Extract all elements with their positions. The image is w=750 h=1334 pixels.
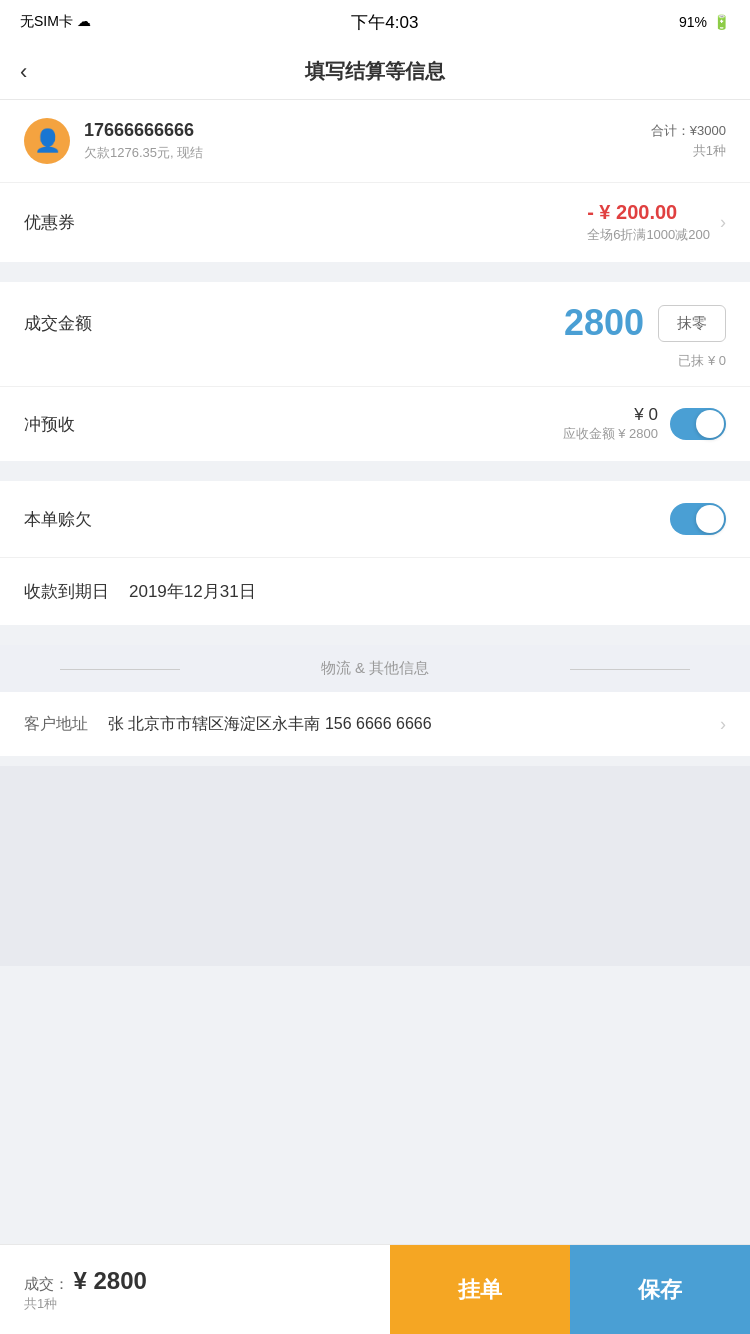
total-count: 共1种 xyxy=(651,142,726,160)
status-left: 无SIM卡 ☁ xyxy=(20,13,91,31)
customer-phone: 17666666666 xyxy=(84,120,203,141)
prepay-row: 冲预收 ¥ 0 应收金额 ¥ 2800 xyxy=(0,386,750,461)
bottom-summary-row: 成交： ¥ 2800 xyxy=(24,1267,390,1295)
prepay-toggle-thumb xyxy=(696,410,724,438)
customer-info: 17666666666 欠款1276.35元, 现结 xyxy=(84,120,203,162)
customer-right: 合计：¥3000 共1种 xyxy=(651,122,726,160)
transaction-amount: 2800 xyxy=(564,302,644,344)
bottom-summary-amount: ¥ 2800 xyxy=(73,1267,146,1294)
address-chevron: › xyxy=(720,714,726,735)
transaction-row: 成交金额 2800 抹零 xyxy=(0,282,750,352)
transaction-section: 成交金额 2800 抹零 已抹 ¥ 0 冲预收 ¥ 0 应收金额 ¥ 2800 xyxy=(0,282,750,461)
coupon-sub: 全场6折满1000减200 xyxy=(587,226,710,244)
hold-button[interactable]: 挂单 xyxy=(390,1245,570,1334)
customer-row: 👤 17666666666 欠款1276.35元, 现结 合计：¥3000 共1… xyxy=(0,100,750,182)
debtor-toggle-thumb xyxy=(696,505,724,533)
logistics-header: 物流 & 其他信息 xyxy=(0,645,750,692)
save-button[interactable]: 保存 xyxy=(570,1245,750,1334)
customer-left: 👤 17666666666 欠款1276.35元, 现结 xyxy=(24,118,203,164)
address-card: 客户地址 张 北京市市辖区海淀区永丰南 156 6666 6666 › xyxy=(0,692,750,756)
back-button[interactable]: ‹ xyxy=(20,59,27,85)
sim-status: 无SIM卡 ☁ xyxy=(20,13,91,31)
battery-icon: 🔋 xyxy=(713,14,730,30)
bottom-summary: 成交： ¥ 2800 共1种 xyxy=(0,1267,390,1313)
coupon-value: - ¥ 200.00 xyxy=(587,201,710,224)
prepay-sub: 应收金额 ¥ 2800 xyxy=(563,425,658,443)
page-title: 填写结算等信息 xyxy=(305,58,445,85)
bottom-summary-count: 共1种 xyxy=(24,1295,390,1313)
coupon-chevron: › xyxy=(720,212,726,233)
customer-card: 👤 17666666666 欠款1276.35元, 现结 合计：¥3000 共1… xyxy=(0,100,750,262)
debtor-row: 本单赊欠 xyxy=(0,481,750,557)
total-label: 合计：¥3000 xyxy=(651,122,726,140)
due-date-value: 2019年12月31日 xyxy=(129,580,256,603)
gray-spacer xyxy=(0,766,750,966)
section-divider-1 xyxy=(0,272,750,282)
prepay-label: 冲预收 xyxy=(24,413,75,436)
section-divider-3 xyxy=(0,635,750,645)
debtor-label: 本单赊欠 xyxy=(24,508,92,531)
avatar: 👤 xyxy=(24,118,70,164)
bottom-button-group: 挂单 保存 xyxy=(390,1245,750,1334)
status-bar: 无SIM卡 ☁ 下午4:03 91% 🔋 xyxy=(0,0,750,44)
nav-bar: ‹ 填写结算等信息 xyxy=(0,44,750,100)
debtor-section: 本单赊欠 收款到期日 2019年12月31日 xyxy=(0,481,750,625)
customer-subtitle: 欠款1276.35元, 现结 xyxy=(84,144,203,162)
coupon-right: - ¥ 200.00 全场6折满1000减200 › xyxy=(587,201,726,244)
status-right: 91% 🔋 xyxy=(679,14,730,30)
prepay-amount: ¥ 0 xyxy=(563,405,658,425)
prepay-value-text: ¥ 0 应收金额 ¥ 2800 xyxy=(563,405,658,443)
due-date-row: 收款到期日 2019年12月31日 xyxy=(0,557,750,625)
prepay-toggle[interactable] xyxy=(670,408,726,440)
due-date-label: 收款到期日 xyxy=(24,580,109,603)
battery-text: 91% xyxy=(679,14,707,30)
round-button[interactable]: 抹零 xyxy=(658,305,726,342)
coupon-label: 优惠券 xyxy=(24,211,75,234)
status-time: 下午4:03 xyxy=(351,11,418,34)
coupon-row[interactable]: 优惠券 - ¥ 200.00 全场6折满1000减200 › xyxy=(0,182,750,262)
transaction-right: 2800 抹零 xyxy=(564,302,726,344)
transaction-label: 成交金额 xyxy=(24,312,92,335)
address-content: 张 北京市市辖区海淀区永丰南 156 6666 6666 xyxy=(108,712,700,736)
bottom-bar: 成交： ¥ 2800 共1种 挂单 保存 xyxy=(0,1244,750,1334)
debtor-toggle[interactable] xyxy=(670,503,726,535)
prepay-right: ¥ 0 应收金额 ¥ 2800 xyxy=(563,405,726,443)
transaction-sub: 已抹 ¥ 0 xyxy=(0,352,750,386)
address-row[interactable]: 客户地址 张 北京市市辖区海淀区永丰南 156 6666 6666 › xyxy=(0,692,750,756)
address-label: 客户地址 xyxy=(24,714,88,735)
section-divider-2 xyxy=(0,471,750,481)
bottom-summary-label: 成交： xyxy=(24,1275,69,1292)
content-area: 👤 17666666666 欠款1276.35元, 现结 合计：¥3000 共1… xyxy=(0,100,750,1066)
logistics-header-text: 物流 & 其他信息 xyxy=(321,659,429,676)
